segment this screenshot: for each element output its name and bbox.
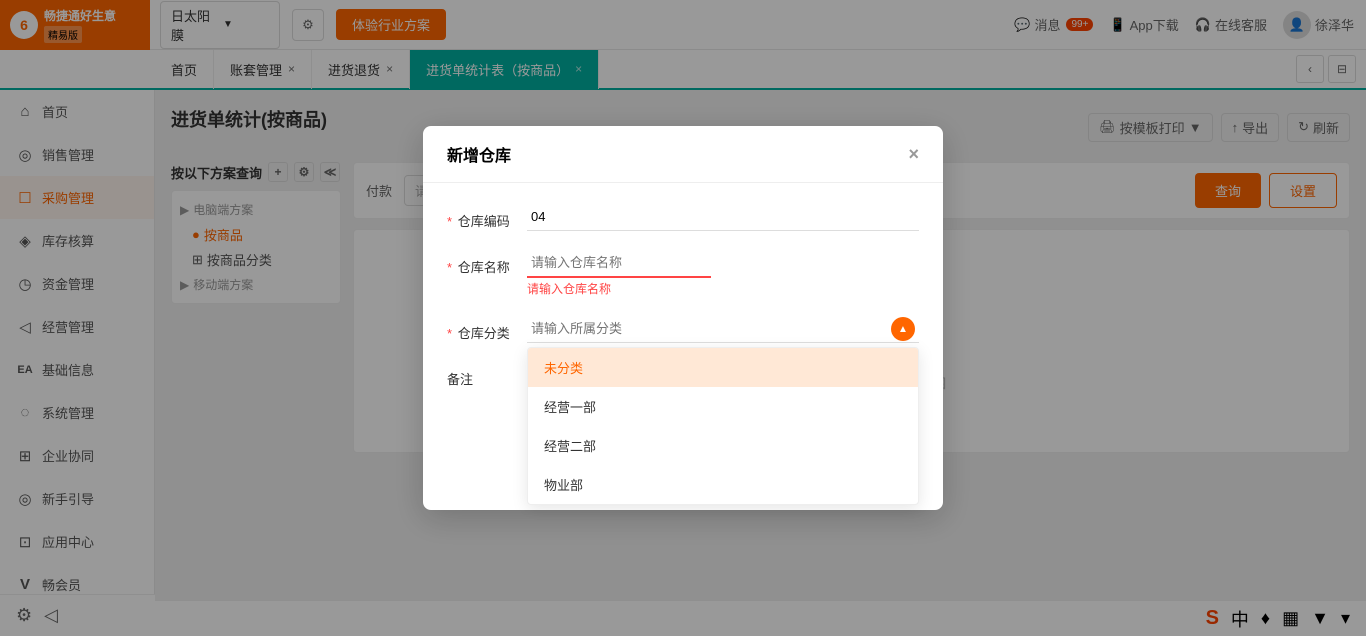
dropdown-item-operation2[interactable]: 经营二部 — [528, 426, 918, 465]
category-arrow-button[interactable]: ▲ — [891, 317, 915, 341]
category-input[interactable] — [527, 315, 919, 343]
dropdown-item-uncategorized[interactable]: 未分类 — [528, 348, 918, 387]
name-label: * 仓库名称 — [447, 249, 527, 276]
modal-header: 新增仓库 × — [423, 126, 943, 183]
form-row-category: * 仓库分类 ▲ 未分类 经营一部 经营二部 物业部 — [447, 315, 919, 343]
modal-new-warehouse: 新增仓库 × * 仓库编码 * 仓库名称 — [423, 126, 943, 510]
modal-overlay: 新增仓库 × * 仓库编码 * 仓库名称 — [0, 0, 1366, 636]
form-row-name: * 仓库名称 请输入仓库名称 — [447, 249, 919, 297]
category-select-wrapper: ▲ 未分类 经营一部 经营二部 物业部 — [527, 315, 919, 343]
arrow-up-icon: ▲ — [898, 324, 908, 335]
modal-title: 新增仓库 — [447, 142, 511, 166]
code-label: * 仓库编码 — [447, 203, 527, 230]
name-error-message: 请输入仓库名称 — [527, 280, 611, 297]
category-label: * 仓库分类 — [447, 315, 527, 342]
name-input[interactable] — [527, 249, 711, 278]
dropdown-item-operation1[interactable]: 经营一部 — [528, 387, 918, 426]
note-label: 备注 — [447, 361, 527, 388]
modal-body: * 仓库编码 * 仓库名称 请输入仓库名称 — [423, 183, 943, 421]
dropdown-item-property[interactable]: 物业部 — [528, 465, 918, 504]
form-row-code: * 仓库编码 — [447, 203, 919, 231]
category-dropdown: 未分类 经营一部 经营二部 物业部 — [527, 347, 919, 505]
code-input[interactable] — [527, 203, 919, 231]
modal-close-button[interactable]: × — [908, 144, 919, 165]
